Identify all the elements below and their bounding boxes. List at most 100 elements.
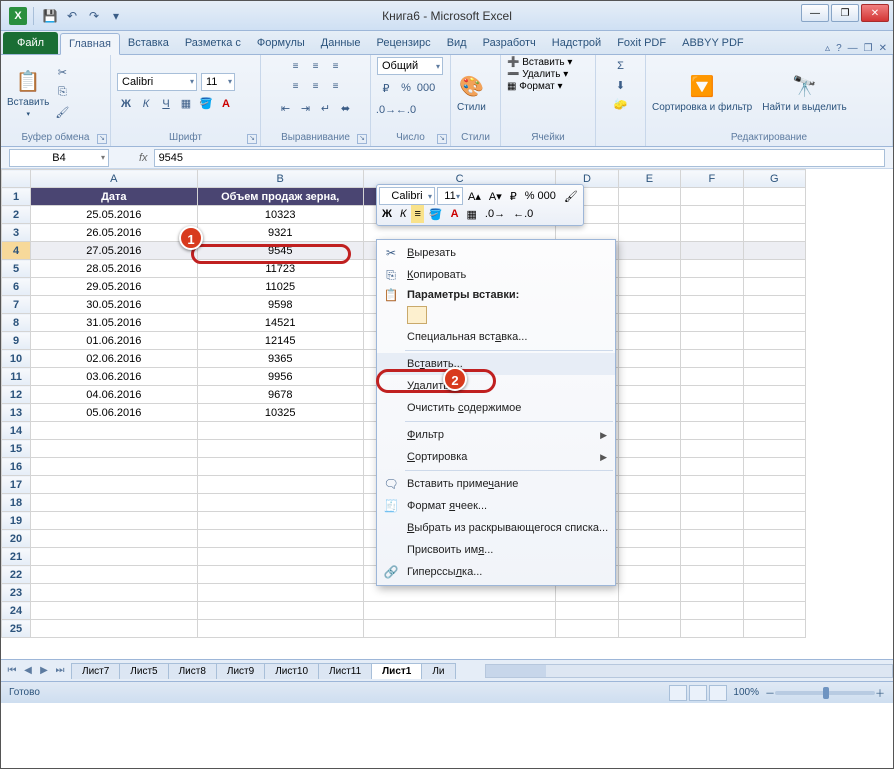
help-icon[interactable]: ? bbox=[836, 43, 842, 54]
mini-bold[interactable]: Ж bbox=[379, 205, 395, 223]
row-header[interactable]: 21 bbox=[2, 548, 31, 566]
cell[interactable] bbox=[618, 350, 680, 368]
cell[interactable] bbox=[618, 260, 680, 278]
cell[interactable] bbox=[681, 422, 743, 440]
row-header[interactable]: 23 bbox=[2, 584, 31, 602]
mini-dec-decimal[interactable]: ←.0 bbox=[510, 205, 536, 223]
cell[interactable] bbox=[681, 368, 743, 386]
number-launcher[interactable]: ↘ bbox=[437, 134, 447, 144]
sheet-tab[interactable]: Лист11 bbox=[318, 663, 372, 679]
tab-home[interactable]: Главная bbox=[60, 33, 120, 55]
row-header[interactable]: 24 bbox=[2, 602, 31, 620]
zoom-out-button[interactable]: － bbox=[765, 685, 775, 700]
find-select-button[interactable]: 🔭Найти и выделить bbox=[762, 72, 846, 113]
cell[interactable] bbox=[681, 332, 743, 350]
cell[interactable] bbox=[743, 440, 806, 458]
cell[interactable] bbox=[31, 422, 197, 440]
sheet-tab[interactable]: Лист5 bbox=[119, 663, 168, 679]
ctx-paste-special[interactable]: Специальная вставка... bbox=[377, 326, 615, 348]
clear-button[interactable]: 🧽 bbox=[612, 95, 630, 113]
cell[interactable]: 11025 bbox=[197, 278, 363, 296]
view-page-break[interactable] bbox=[709, 685, 727, 701]
row-header[interactable]: 5 bbox=[2, 260, 31, 278]
cell[interactable] bbox=[618, 422, 680, 440]
cell[interactable] bbox=[618, 296, 680, 314]
underline-button[interactable]: Ч bbox=[157, 95, 175, 113]
cell[interactable] bbox=[681, 494, 743, 512]
cell[interactable] bbox=[743, 350, 806, 368]
sort-filter-button[interactable]: 🔽Сортировка и фильтр bbox=[652, 72, 752, 113]
fill-color-button[interactable]: 🪣 bbox=[197, 95, 215, 113]
cell[interactable]: 26.05.2016 bbox=[31, 224, 197, 242]
cell[interactable] bbox=[197, 458, 363, 476]
indent-dec[interactable]: ⇤ bbox=[277, 99, 295, 117]
align-grid[interactable]: ≡≡≡≡≡≡ bbox=[287, 57, 345, 95]
cell[interactable] bbox=[743, 584, 806, 602]
mini-fill-color[interactable]: 🪣 bbox=[426, 205, 446, 223]
cells-delete[interactable]: ➖ Удалить ▾ bbox=[507, 69, 568, 80]
col-header-g[interactable]: G bbox=[743, 170, 806, 188]
ctx-delete[interactable]: Удалить... bbox=[377, 375, 615, 397]
cell[interactable] bbox=[618, 206, 680, 224]
cell[interactable]: 12145 bbox=[197, 332, 363, 350]
qat-customize[interactable]: ▾ bbox=[106, 6, 126, 26]
cell[interactable] bbox=[743, 224, 806, 242]
cell[interactable] bbox=[743, 260, 806, 278]
ctx-insert-comment[interactable]: 🗨Вставить примечание bbox=[377, 473, 615, 495]
cell[interactable] bbox=[743, 422, 806, 440]
view-normal[interactable] bbox=[669, 685, 687, 701]
zoom-in-button[interactable]: ＋ bbox=[875, 685, 885, 700]
cell[interactable]: 9365 bbox=[197, 350, 363, 368]
cell[interactable]: 03.06.2016 bbox=[31, 368, 197, 386]
cell[interactable] bbox=[743, 278, 806, 296]
cell[interactable] bbox=[681, 440, 743, 458]
sheet-nav-last[interactable]: ⏭ bbox=[53, 665, 67, 676]
paste-button[interactable]: 📋 Вставить▾ bbox=[7, 67, 49, 118]
mini-font-color[interactable]: A bbox=[448, 205, 462, 223]
row-header[interactable]: 16 bbox=[2, 458, 31, 476]
tab-formulas[interactable]: Формулы bbox=[249, 32, 313, 54]
select-all-corner[interactable] bbox=[2, 170, 31, 188]
ctx-sort[interactable]: Сортировка▶ bbox=[377, 446, 615, 468]
cell[interactable] bbox=[681, 350, 743, 368]
clipboard-launcher[interactable]: ↘ bbox=[97, 134, 107, 144]
cell[interactable] bbox=[31, 440, 197, 458]
autosum-button[interactable]: Σ bbox=[612, 57, 630, 75]
cell[interactable] bbox=[681, 224, 743, 242]
cell[interactable] bbox=[197, 548, 363, 566]
ctx-define-name[interactable]: Присвоить имя... bbox=[377, 539, 615, 561]
row-header[interactable]: 3 bbox=[2, 224, 31, 242]
table-header-b[interactable]: Объем продаж зерна, bbox=[197, 188, 363, 206]
cell[interactable] bbox=[556, 602, 618, 620]
tab-layout[interactable]: Разметка с bbox=[177, 32, 249, 54]
dec-decimal[interactable]: ←.0 bbox=[397, 101, 415, 119]
cell[interactable] bbox=[743, 206, 806, 224]
format-painter-icon[interactable]: 🖌 bbox=[53, 104, 71, 122]
tab-addins[interactable]: Надстрой bbox=[544, 32, 609, 54]
row-header[interactable]: 17 bbox=[2, 476, 31, 494]
tab-abbyy[interactable]: ABBYY PDF bbox=[674, 32, 752, 54]
cell[interactable] bbox=[197, 530, 363, 548]
worksheet-area[interactable]: A B C D E F G 1 Дата Объем продаж зерна,… bbox=[1, 169, 893, 659]
cell[interactable] bbox=[681, 602, 743, 620]
cell[interactable]: 04.06.2016 bbox=[31, 386, 197, 404]
mini-size-combo[interactable]: 11 bbox=[437, 187, 463, 205]
cell[interactable] bbox=[197, 584, 363, 602]
ctx-clear[interactable]: Очистить содержимое bbox=[377, 397, 615, 419]
qat-save[interactable]: 💾 bbox=[40, 6, 60, 26]
font-launcher[interactable]: ↘ bbox=[247, 134, 257, 144]
sheet-tab[interactable]: Ли bbox=[421, 663, 455, 679]
mdi-close[interactable]: ✕ bbox=[879, 43, 887, 54]
cell[interactable]: 02.06.2016 bbox=[31, 350, 197, 368]
row-header[interactable]: 15 bbox=[2, 440, 31, 458]
formula-input[interactable]: 9545 bbox=[154, 149, 885, 167]
tab-insert[interactable]: Вставка bbox=[120, 32, 177, 54]
cell[interactable] bbox=[31, 602, 197, 620]
window-minimize[interactable]: — bbox=[801, 4, 829, 22]
table-header-a[interactable]: Дата bbox=[31, 188, 197, 206]
row-header[interactable]: 22 bbox=[2, 566, 31, 584]
tab-foxit[interactable]: Foxit PDF bbox=[609, 32, 674, 54]
row-header[interactable]: 13 bbox=[2, 404, 31, 422]
window-maximize[interactable]: ❐ bbox=[831, 4, 859, 22]
sheet-nav-prev[interactable]: ◀ bbox=[21, 665, 35, 676]
